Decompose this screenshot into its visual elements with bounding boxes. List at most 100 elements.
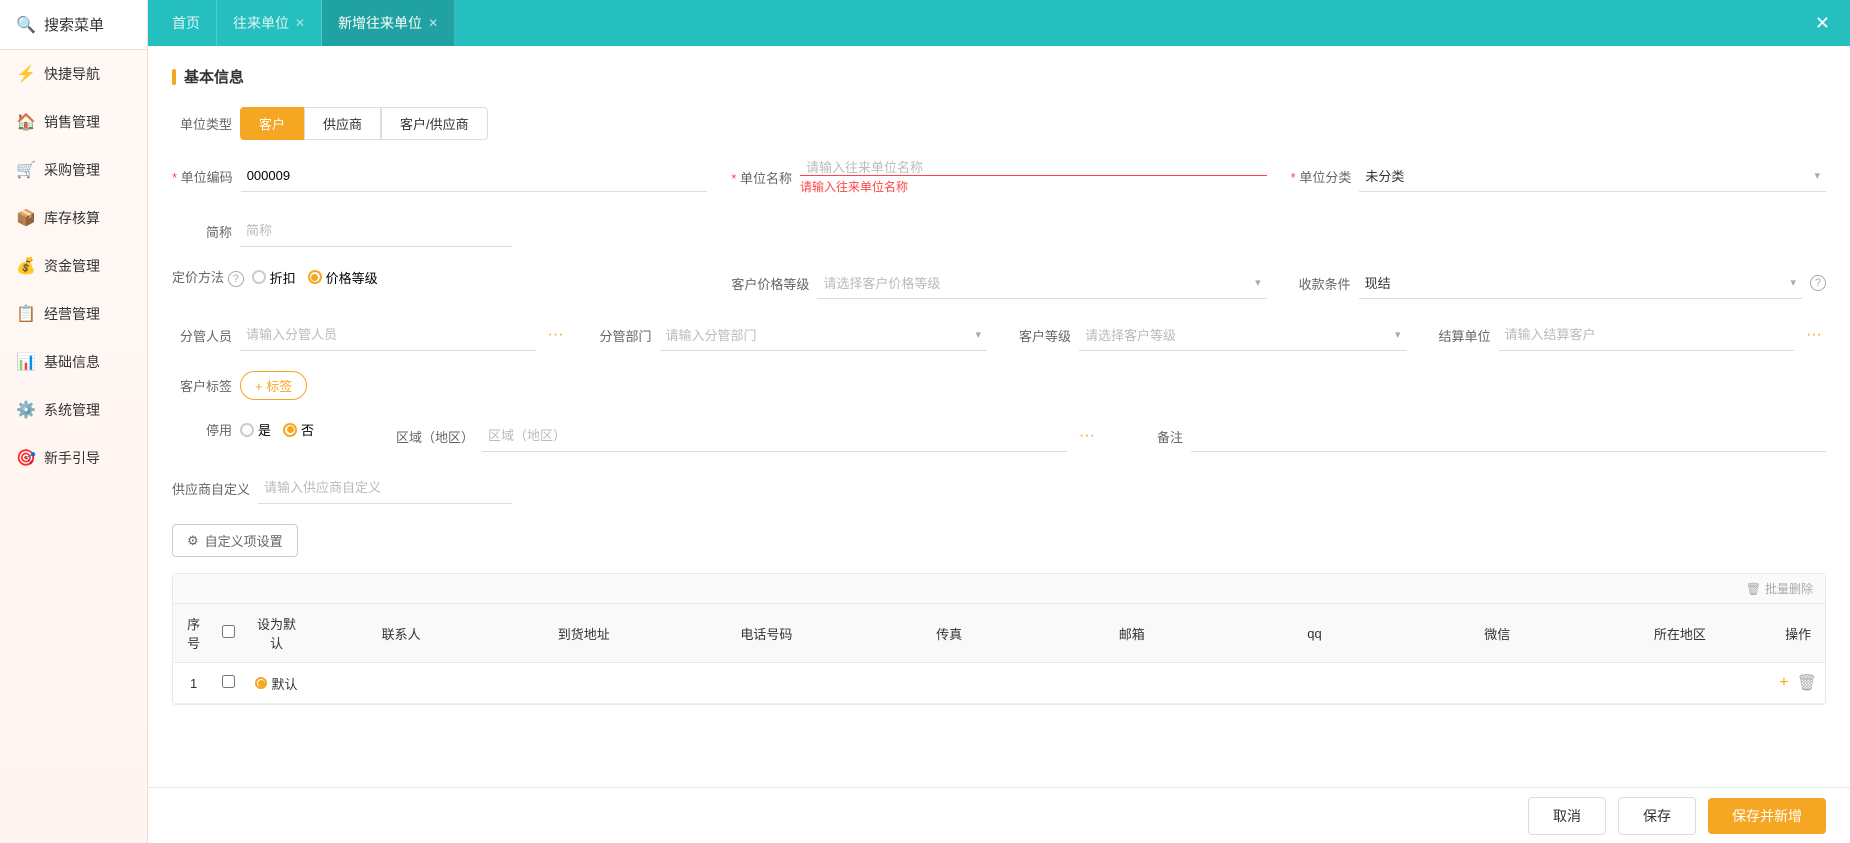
tab-bar-close-button[interactable]: ✕ [1803,13,1842,34]
row-location[interactable] [1589,663,1772,704]
region-label: 区域（地区） [396,427,474,446]
tab-partners-label: 往来单位 [233,13,289,33]
row-contact-input[interactable] [318,676,485,691]
row-wechat[interactable] [1406,663,1589,704]
row-wechat-input[interactable] [1414,676,1581,691]
sidebar-item-inventory[interactable]: 📦 库存核算 [0,194,147,242]
cancel-button[interactable]: 取消 [1528,797,1606,835]
col-location: 所在地区 [1589,604,1772,663]
row-fax-input[interactable] [866,676,1033,691]
unit-type-customer-btn[interactable]: 客户 [240,107,304,140]
custom-settings-button[interactable]: ⚙ 自定义项设置 [172,524,298,557]
customer-level-field: 客户等级 请选择客户等级 ▾ [1011,319,1407,351]
sidebar-item-basic[interactable]: 📊 基础信息 [0,338,147,386]
select-all-checkbox[interactable] [222,625,235,638]
manager-input[interactable] [240,319,536,351]
row-address-input[interactable] [500,676,667,691]
sidebar-item-system[interactable]: ⚙️ 系统管理 [0,386,147,434]
search-icon: 🔍 [16,15,36,35]
manager-label: 分管人员 [172,326,232,345]
short-name-input[interactable] [240,215,512,247]
table-header-columns: 序号 设为默认 联系人 到货地址 电话号码 传真 邮箱 qq 微信 所在地区 [173,604,1825,663]
row-fax[interactable] [858,663,1041,704]
disabled-no-option[interactable]: 否 [283,420,314,439]
customer-tag-field: 客户标签 + 标签 [172,371,307,400]
row-location-input[interactable] [1597,676,1764,691]
sidebar-item-system-label: 系统管理 [44,400,100,420]
sidebar-item-search-label: 搜索菜单 [44,14,104,35]
pricing-level-option[interactable]: 价格等级 [308,268,378,287]
payment-help-icon[interactable]: ? [1810,275,1826,291]
tab-home[interactable]: 首页 [156,0,217,46]
region-input[interactable] [482,420,1067,452]
col-wechat: 微信 [1406,604,1589,663]
sidebar-item-sales[interactable]: 🏠 销售管理 [0,98,147,146]
row-add-btn[interactable]: + [1779,674,1788,692]
row-qq[interactable] [1223,663,1406,704]
row-email[interactable] [1040,663,1223,704]
sidebar-item-search[interactable]: 🔍 搜索菜单 [0,0,147,50]
unit-name-input[interactable] [800,160,1267,176]
batch-delete-button[interactable]: 🗑 批量删除 [1746,580,1813,597]
sidebar-item-operations[interactable]: 📋 经营管理 [0,290,147,338]
col-email: 邮箱 [1040,604,1223,663]
remark-field: 备注 [1123,420,1826,452]
customer-price-level-select[interactable]: 请选择客户价格等级 ▾ [817,267,1266,299]
pricing-discount-option[interactable]: 折扣 [252,268,296,287]
unit-category-field: 单位分类 未分类 ▾ [1291,160,1826,192]
row-contact[interactable] [310,663,493,704]
col-index: 序号 [173,604,214,663]
region-dots-btn[interactable]: ··· [1075,427,1099,445]
supplier-custom-input[interactable] [258,472,512,504]
code-name-category-row: 单位编码 单位名称 请输入往来单位名称 单位分类 未分类 ▾ [172,160,1826,195]
customer-level-select[interactable]: 请选择客户等级 ▾ [1079,319,1407,351]
payment-terms-select[interactable]: 现结 ▾ [1359,267,1802,299]
unit-type-both-btn[interactable]: 客户/供应商 [381,107,488,140]
row-phone[interactable] [675,663,858,704]
manager-row: 分管人员 ··· 分管部门 请输入分管部门 ▾ 客户等级 请选择客户等级 ▾ 结… [172,319,1826,351]
sidebar-item-quicknav[interactable]: ⚡ 快捷导航 [0,50,147,98]
row-qq-input[interactable] [1231,676,1398,691]
unit-code-input[interactable] [241,160,708,192]
finance-icon: 💰 [16,256,36,276]
unit-category-select[interactable]: 未分类 ▾ [1359,160,1826,192]
disabled-field: 停用 是 否 [172,420,372,439]
sidebar-item-finance[interactable]: 💰 资金管理 [0,242,147,290]
row-email-input[interactable] [1048,676,1215,691]
department-select[interactable]: 请输入分管部门 ▾ [660,319,988,351]
tab-new-partner[interactable]: 新增往来单位 ✕ [322,0,455,46]
manager-dots-btn[interactable]: ··· [544,326,568,344]
pricing-method-label: 定价方法 ? [172,267,244,287]
row-default-radio[interactable] [255,677,267,689]
disabled-yes-option[interactable]: 是 [240,420,271,439]
remark-input[interactable] [1191,420,1826,452]
sidebar-item-purchase[interactable]: 🛒 采购管理 [0,146,147,194]
tab-new-partner-close[interactable]: ✕ [428,16,438,30]
disabled-region-row: 停用 是 否 区域（地区） ··· 备注 [172,420,1826,452]
sidebar-item-newbie[interactable]: 🎯 新手引导 [0,434,147,482]
save-button[interactable]: 保存 [1618,797,1696,835]
pricing-help-icon[interactable]: ? [228,271,244,287]
unit-type-label: 单位类型 [172,114,232,133]
row-delete-btn[interactable]: 🗑 [1797,673,1817,693]
bottom-action-bar: 取消 保存 保存并新增 [148,787,1850,843]
add-tag-button[interactable]: + 标签 [240,371,307,400]
tab-partners[interactable]: 往来单位 ✕ [217,0,322,46]
settlement-unit-dots-btn[interactable]: ··· [1802,326,1826,344]
row-address[interactable] [492,663,675,704]
settlement-unit-input[interactable] [1499,319,1795,351]
col-qq: qq [1223,604,1406,663]
row-phone-input[interactable] [683,676,850,691]
unit-code-label: 单位编码 [172,167,233,186]
unit-name-label: 单位名称 [731,168,792,187]
unit-category-value: 未分类 [1365,166,1404,185]
save-and-new-button[interactable]: 保存并新增 [1708,798,1826,834]
region-field: 区域（地区） ··· [396,420,1099,452]
row-default-label: 默认 [271,674,297,693]
row-select-checkbox[interactable] [222,675,235,688]
unit-name-field: 单位名称 请输入往来单位名称 [731,160,1266,195]
table-row: 1 默认 [173,663,1825,704]
payment-terms-chevron: ▾ [1790,276,1796,289]
tab-partners-close[interactable]: ✕ [295,16,305,30]
unit-type-supplier-btn[interactable]: 供应商 [304,107,381,140]
